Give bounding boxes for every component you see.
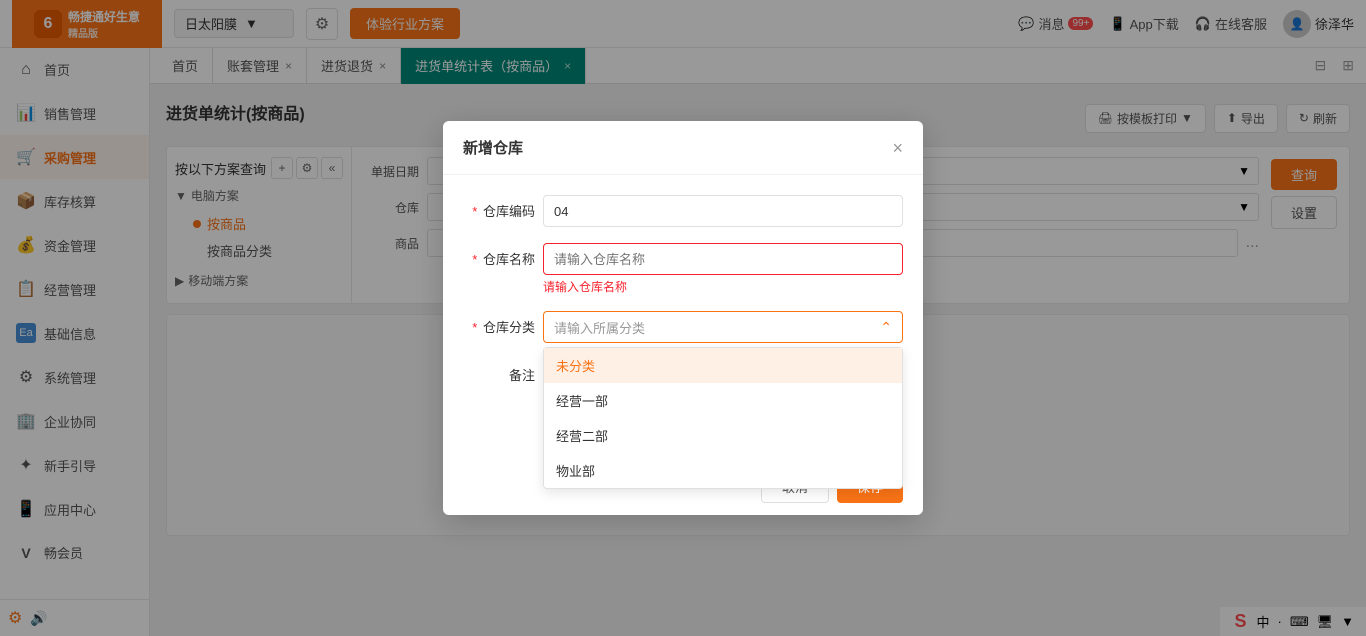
warehouse-code-input[interactable] xyxy=(543,195,903,227)
warehouse-name-input[interactable] xyxy=(543,243,903,275)
required-star-code: * xyxy=(472,204,477,219)
warehouse-name-error: 请输入仓库名称 xyxy=(543,278,903,295)
warehouse-category-input-wrap: 请输入所属分类 ⌃ 未分类 经营一部 经营二部 物业部 xyxy=(543,311,903,343)
warehouse-name-field: * 仓库名称 请输入仓库名称 xyxy=(463,243,903,295)
modal-title: 新增仓库 xyxy=(463,137,523,158)
chevron-up-icon: ⌃ xyxy=(880,319,892,336)
modal-close-button[interactable]: × xyxy=(892,139,903,157)
required-star-name: * xyxy=(472,252,477,267)
warehouse-name-label: * 仓库名称 xyxy=(463,243,543,268)
warehouse-note-label: 备注 xyxy=(463,359,543,384)
modal-body: * 仓库编码 * 仓库名称 请输入仓库名称 xyxy=(443,175,923,458)
dropdown-item-dept1[interactable]: 经营一部 xyxy=(544,383,902,418)
modal-overlay: 新增仓库 × * 仓库编码 * xyxy=(0,0,1366,636)
warehouse-code-input-wrap xyxy=(543,195,903,227)
dropdown-item-uncategorized[interactable]: 未分类 xyxy=(544,348,902,383)
warehouse-category-label: * 仓库分类 xyxy=(463,311,543,336)
warehouse-category-select[interactable]: 请输入所属分类 ⌃ xyxy=(543,311,903,343)
category-select-placeholder: 请输入所属分类 xyxy=(554,318,645,337)
required-star-cat: * xyxy=(472,320,477,335)
modal-header: 新增仓库 × xyxy=(443,121,923,175)
warehouse-name-input-wrap: 请输入仓库名称 xyxy=(543,243,903,295)
dropdown-item-dept2[interactable]: 经营二部 xyxy=(544,418,902,453)
warehouse-code-field: * 仓库编码 xyxy=(463,195,903,227)
category-dropdown-list: 未分类 经营一部 经营二部 物业部 xyxy=(543,347,903,489)
warehouse-category-field: * 仓库分类 请输入所属分类 ⌃ 未分类 经营一部 经营二部 xyxy=(463,311,903,343)
dropdown-item-property[interactable]: 物业部 xyxy=(544,453,902,488)
warehouse-code-label: * 仓库编码 xyxy=(463,195,543,220)
add-warehouse-modal: 新增仓库 × * 仓库编码 * xyxy=(443,121,923,515)
